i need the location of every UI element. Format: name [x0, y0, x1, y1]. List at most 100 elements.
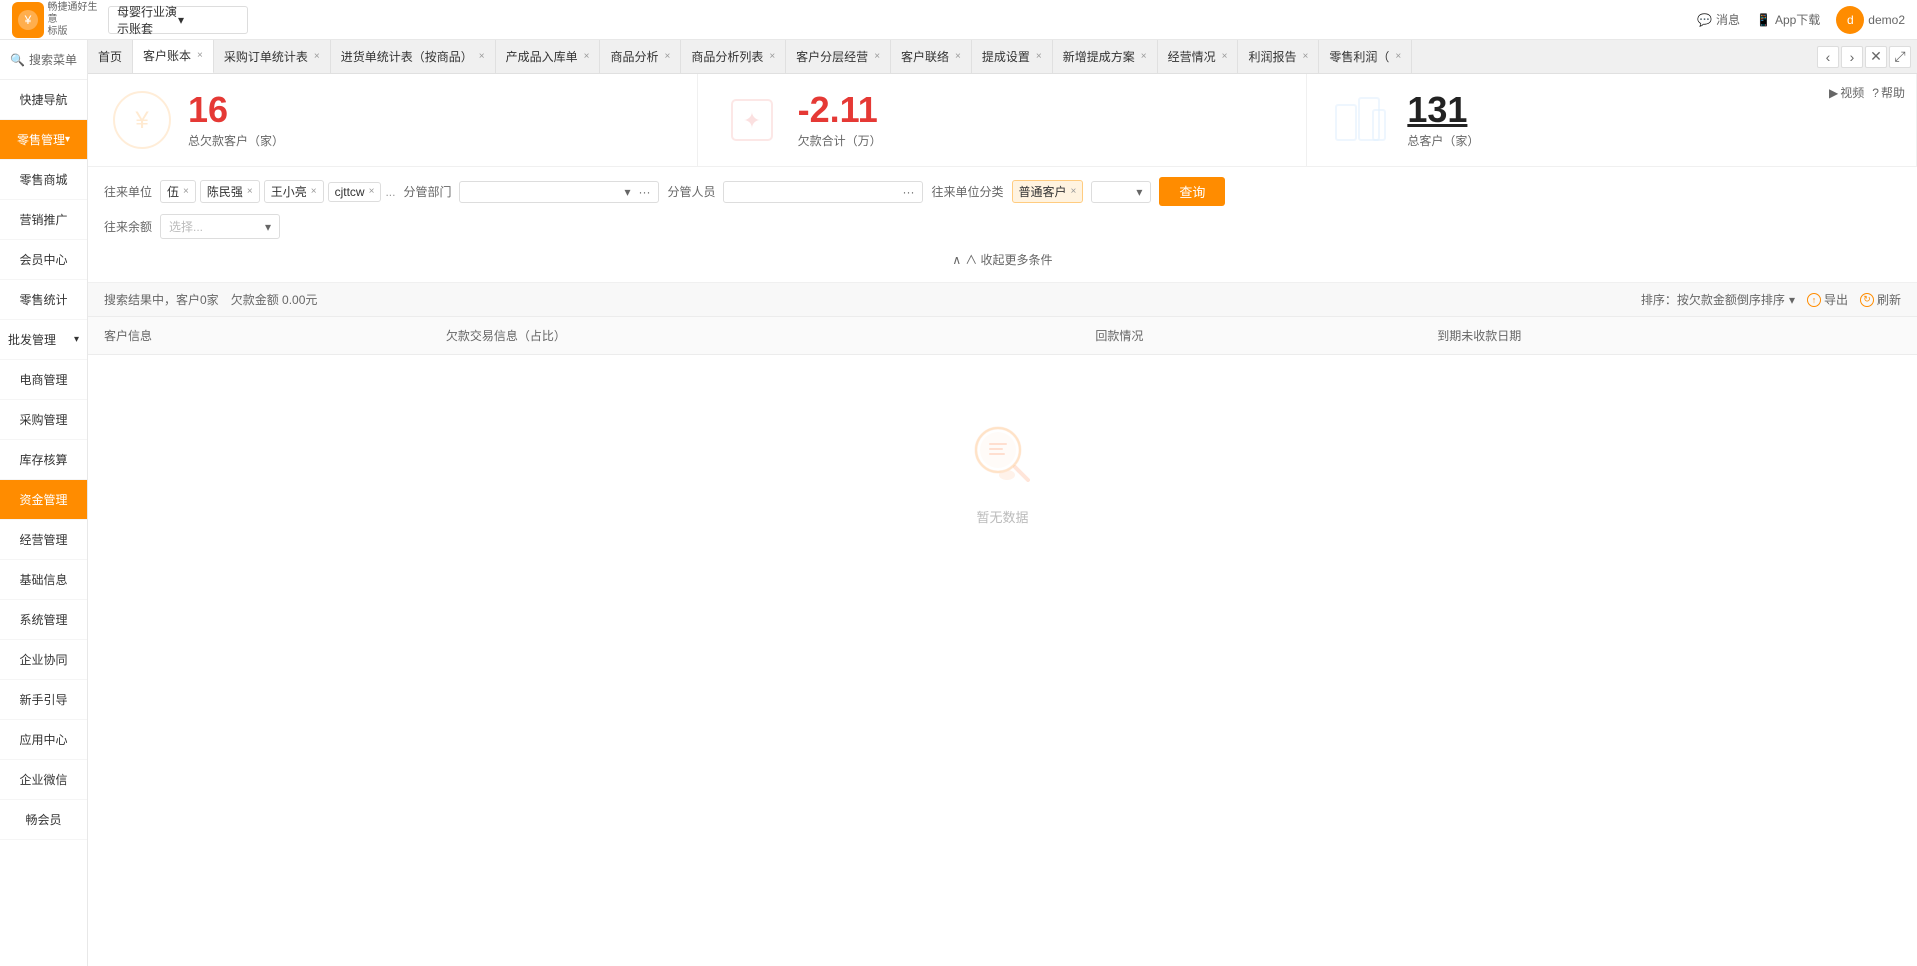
tab-ops-situation[interactable]: 经营情况 × — [1158, 40, 1239, 74]
search-menu-button[interactable]: 🔍 搜索菜单 — [0, 40, 87, 80]
col-debt-info: 欠款交易信息（占比） — [430, 317, 1080, 355]
sidebar-item-basic-info[interactable]: 基础信息 — [0, 560, 87, 600]
sidebar-item-retail-mall[interactable]: 零售商城 — [0, 160, 87, 200]
sidebar-item-member-center[interactable]: 会员中心 — [0, 240, 87, 280]
dept-filter-select[interactable]: ▾ ··· — [459, 181, 659, 203]
tab-close-purchase[interactable]: × — [314, 51, 320, 62]
message-button[interactable]: 💬 消息 — [1697, 11, 1740, 28]
remove-tag-wu[interactable]: × — [183, 186, 189, 197]
tab-retail-profit[interactable]: 零售利润（ × — [1319, 40, 1412, 74]
tab-close-ops[interactable]: × — [1222, 51, 1228, 62]
sidebar-item-retail-stats[interactable]: 零售统计 — [0, 280, 87, 320]
tab-close-retail-profit[interactable]: × — [1395, 51, 1401, 62]
filter-row-2: 往来余额 选择... ▾ — [104, 214, 1901, 239]
dropdown-icon-cat: ▾ — [1136, 185, 1142, 199]
category-filter-extra[interactable]: ▾ — [1091, 181, 1151, 203]
sidebar-item-inventory[interactable]: 库存核算 — [0, 440, 87, 480]
tab-profit-report[interactable]: 利润报告 × — [1238, 40, 1319, 74]
stat-icon-total — [1331, 90, 1391, 150]
app-icon: 📱 — [1756, 13, 1771, 27]
sidebar-item-app-center[interactable]: 应用中心 — [0, 720, 87, 760]
balance-filter-select[interactable]: 选择... ▾ — [160, 214, 280, 239]
tab-customer-tiered[interactable]: 客户分层经营 × — [786, 40, 891, 74]
stat-card-customers: ¥ 16 总欠款客户（家） — [88, 74, 698, 166]
stat-card-debt: ✦ -2.11 欠款合计（万） — [698, 74, 1308, 166]
app-download-button[interactable]: 📱 App下载 — [1756, 11, 1820, 28]
stat-info-customers: 16 总欠款客户（家） — [188, 92, 284, 149]
sidebar-item-enterprise-coop[interactable]: 企业协同 — [0, 640, 87, 680]
content-area: 首页 客户账本 × 采购订单统计表 × 进货单统计表（按商品） × 产成品入库单… — [88, 40, 1917, 966]
query-button[interactable]: 查询 — [1159, 177, 1225, 206]
tab-close-production[interactable]: × — [584, 51, 590, 62]
collapse-label: ∧ 收起更多条件 — [965, 251, 1052, 268]
company-tag-chen[interactable]: 陈民强 × — [200, 180, 260, 203]
sidebar-item-pro-member[interactable]: 畅会员 — [0, 800, 87, 840]
question-icon: ? — [1872, 86, 1879, 100]
tab-inbound-stats[interactable]: 进货单统计表（按商品） × — [331, 40, 496, 74]
message-icon: 💬 — [1697, 13, 1712, 27]
sidebar-item-quick-nav[interactable]: 快捷导航 — [0, 80, 87, 120]
sidebar-item-ecommerce[interactable]: 电商管理 — [0, 360, 87, 400]
sort-text: 排序：按欠款金额倒序排序 — [1641, 291, 1785, 308]
tab-close-boost[interactable]: × — [1036, 51, 1042, 62]
tab-close-tiered[interactable]: × — [874, 51, 880, 62]
remove-tag-chen[interactable]: × — [247, 186, 253, 197]
remove-tag-cjttcw[interactable]: × — [369, 186, 375, 197]
tab-close-analysis[interactable]: × — [664, 51, 670, 62]
company-tag-wu[interactable]: 伍 × — [160, 180, 196, 203]
sidebar-item-retail-mgmt[interactable]: 零售管理 ▾ — [0, 120, 87, 160]
tab-home[interactable]: 首页 — [88, 40, 133, 74]
tab-customer-accounts[interactable]: 客户账本 × — [133, 40, 214, 74]
tab-close-profit[interactable]: × — [1302, 51, 1308, 62]
stat-value-total: 131 — [1407, 92, 1479, 128]
video-help-button[interactable]: ▶ 视频 — [1829, 84, 1864, 101]
tab-purchase-order-stats[interactable]: 采购订单统计表 × — [214, 40, 331, 74]
tab-product-analysis[interactable]: 商品分析 × — [600, 40, 681, 74]
company-tag-wang[interactable]: 王小亮 × — [264, 180, 324, 203]
tabs-expand[interactable]: ⤢ — [1889, 46, 1911, 68]
tab-close-new-boost[interactable]: × — [1141, 51, 1147, 62]
tabs-scroll-left[interactable]: ‹ — [1817, 46, 1839, 68]
stat-value-customers: 16 — [188, 92, 284, 128]
tabs-scroll-right[interactable]: › — [1841, 46, 1863, 68]
refresh-button[interactable]: ↻ 刷新 — [1860, 291, 1901, 308]
sidebar-item-operations[interactable]: 经营管理 — [0, 520, 87, 560]
user-menu[interactable]: d demo2 — [1836, 6, 1905, 34]
tabs-close-all[interactable]: ✕ — [1865, 46, 1887, 68]
dropdown-icon-person: ··· — [902, 185, 914, 199]
sidebar-item-marketing[interactable]: 营销推广 — [0, 200, 87, 240]
remove-tag-wang[interactable]: × — [311, 186, 317, 197]
tab-customer-contact[interactable]: 客户联络 × — [891, 40, 972, 74]
collapse-icon: ∧ — [952, 253, 961, 267]
export-button[interactable]: ↑ 导出 — [1807, 291, 1848, 308]
tab-boost-settings[interactable]: 提成设置 × — [972, 40, 1053, 74]
remove-tag-normal[interactable]: × — [1071, 186, 1077, 197]
company-filter-label: 往来单位 — [104, 183, 152, 200]
sidebar-item-new-guide[interactable]: 新手引导 — [0, 680, 87, 720]
extra-options-icon: ··· — [638, 185, 650, 199]
tab-production-inbound[interactable]: 产成品入库单 × — [496, 40, 601, 74]
person-filter-select[interactable]: ··· — [723, 181, 923, 203]
sidebar-item-enterprise-wechat[interactable]: 企业微信 — [0, 760, 87, 800]
tab-close-customer-accounts[interactable]: × — [197, 50, 203, 61]
sidebar-item-system[interactable]: 系统管理 — [0, 600, 87, 640]
user-avatar: d — [1836, 6, 1864, 34]
store-selector[interactable]: 母婴行业演示账套 ▾ — [108, 6, 248, 34]
filter-more-tags[interactable]: ... — [385, 185, 395, 199]
col-repayment: 回款情况 — [1079, 317, 1421, 355]
sort-selector[interactable]: 排序：按欠款金额倒序排序 ▾ — [1641, 291, 1795, 308]
help-button[interactable]: ? 帮助 — [1872, 84, 1905, 101]
table-header: 客户信息 欠款交易信息（占比） 回款情况 到期未收款日期 — [88, 317, 1917, 355]
tab-close-inbound[interactable]: × — [479, 51, 485, 62]
filter-section: 往来单位 伍 × 陈民强 × 王小亮 × — [88, 167, 1917, 283]
sidebar-item-wholesale-mgmt[interactable]: 批发管理 ▾ — [0, 320, 87, 360]
collapse-button[interactable]: ∧ ∧ 收起更多条件 — [104, 247, 1901, 272]
tab-new-boost[interactable]: 新增提成方案 × — [1053, 40, 1158, 74]
tab-close-analysis-list[interactable]: × — [769, 51, 775, 62]
sidebar-item-capital[interactable]: 资金管理 — [0, 480, 87, 520]
category-tag-normal[interactable]: 普通客户 × — [1012, 180, 1084, 203]
tab-product-analysis-list[interactable]: 商品分析列表 × — [681, 40, 786, 74]
sidebar-item-purchase[interactable]: 采购管理 — [0, 400, 87, 440]
company-tag-cjttcw[interactable]: cjttcw × — [328, 182, 382, 202]
tab-close-contact[interactable]: × — [955, 51, 961, 62]
